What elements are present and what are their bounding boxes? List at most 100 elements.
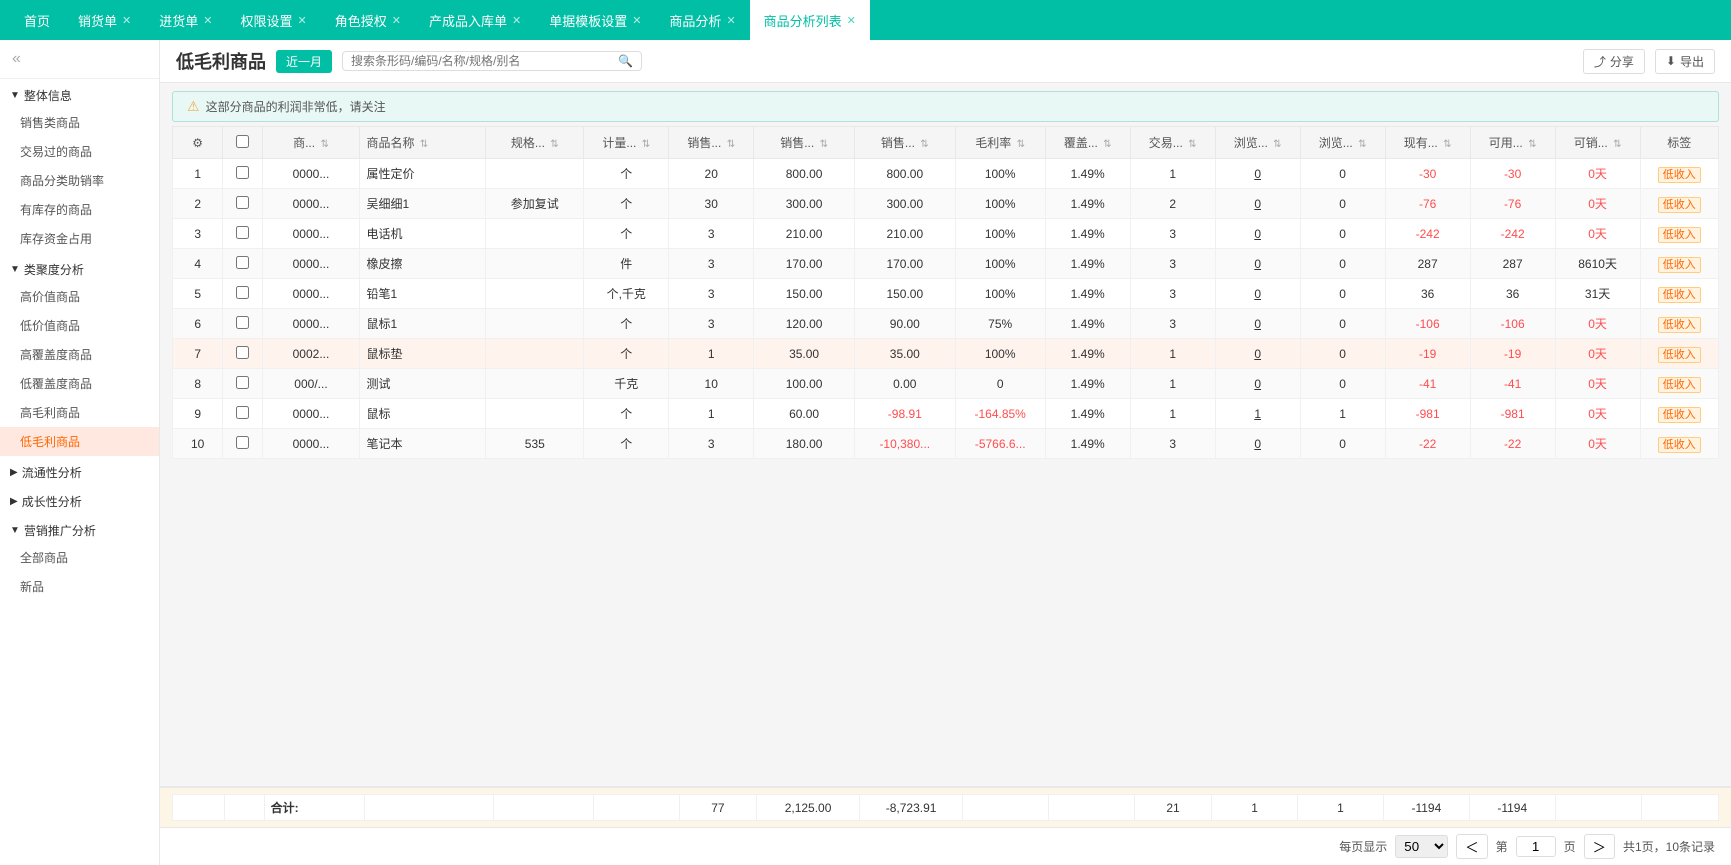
row-tag: 低收入 bbox=[1640, 309, 1718, 339]
sidebar-group-title-growth[interactable]: ▶ 成长性分析 bbox=[0, 485, 159, 514]
sidebar-item-category-rate[interactable]: 商品分类助销率 bbox=[0, 166, 159, 195]
close-icon[interactable]: ✕ bbox=[203, 14, 212, 27]
th-settings[interactable]: ⚙ bbox=[173, 127, 223, 159]
date-filter-btn[interactable]: 近一月 bbox=[276, 50, 332, 73]
close-icon[interactable]: ✕ bbox=[122, 14, 131, 27]
sidebar-group-title-marketing[interactable]: ▼ 营销推广分析 bbox=[0, 514, 159, 543]
close-icon[interactable]: ✕ bbox=[298, 14, 307, 27]
th-sale-qty[interactable]: 销售... ⇅ bbox=[669, 127, 754, 159]
sidebar-group-title-circulation[interactable]: ▶ 流通性分析 bbox=[0, 456, 159, 485]
nav-product-inbound[interactable]: 产成品入库单 ✕ bbox=[415, 0, 535, 40]
row-avail: -981 bbox=[1470, 399, 1555, 429]
th-stock-label: 现有... bbox=[1404, 136, 1438, 150]
page-number-input[interactable] bbox=[1516, 836, 1556, 857]
row-sale-profit: 150.00 bbox=[854, 279, 955, 309]
th-spec[interactable]: 规格... ⇅ bbox=[486, 127, 584, 159]
select-all-checkbox[interactable] bbox=[236, 135, 249, 148]
row-checkbox[interactable] bbox=[236, 256, 249, 269]
sidebar-item-all-products[interactable]: 全部商品 bbox=[0, 543, 159, 572]
nav-purchase-order[interactable]: 进货单 ✕ bbox=[145, 0, 226, 40]
row-checkbox[interactable] bbox=[236, 406, 249, 419]
th-code[interactable]: 商... ⇅ bbox=[262, 127, 360, 159]
row-checkbox[interactable] bbox=[236, 376, 249, 389]
search-input[interactable] bbox=[351, 54, 618, 68]
per-page-select[interactable]: 50 100 200 bbox=[1395, 835, 1448, 858]
th-cover-rate[interactable]: 覆盖... ⇅ bbox=[1045, 127, 1130, 159]
row-checkbox[interactable] bbox=[236, 346, 249, 359]
sidebar-item-low-coverage[interactable]: 低覆盖度商品 bbox=[0, 369, 159, 398]
close-icon[interactable]: ✕ bbox=[847, 14, 856, 27]
row-unit: 件 bbox=[584, 249, 669, 279]
th-checkbox[interactable] bbox=[223, 127, 262, 159]
close-icon[interactable]: ✕ bbox=[392, 14, 401, 27]
nav-sales-order[interactable]: 销货单 ✕ bbox=[64, 0, 145, 40]
settings-icon[interactable]: ⚙ bbox=[192, 136, 203, 150]
th-sale-profit[interactable]: 销售... ⇅ bbox=[854, 127, 955, 159]
share-button[interactable]: ⤴ 分享 bbox=[1583, 49, 1645, 74]
sidebar-item-low-value[interactable]: 低价值商品 bbox=[0, 311, 159, 340]
sidebar-item-high-coverage[interactable]: 高覆盖度商品 bbox=[0, 340, 159, 369]
sidebar-item-high-margin[interactable]: 高毛利商品 bbox=[0, 398, 159, 427]
row-checkbox[interactable] bbox=[236, 436, 249, 449]
row-checkbox-cell[interactable] bbox=[223, 429, 262, 459]
th-sellable[interactable]: 可销... ⇅ bbox=[1555, 127, 1640, 159]
nav-role-auth[interactable]: 角色授权 ✕ bbox=[321, 0, 415, 40]
next-page-btn[interactable]: ＞ bbox=[1584, 834, 1615, 859]
sidebar-group-title-overview[interactable]: ▼ 整体信息 bbox=[0, 79, 159, 108]
row-checkbox-cell[interactable] bbox=[223, 159, 262, 189]
close-icon[interactable]: ✕ bbox=[632, 14, 641, 27]
sidebar-item-low-margin[interactable]: 低毛利商品 bbox=[0, 427, 159, 456]
row-sale-price: 60.00 bbox=[754, 399, 855, 429]
th-name[interactable]: 商品名称 ⇅ bbox=[360, 127, 486, 159]
sidebar-item-stocked-products[interactable]: 有库存的商品 bbox=[0, 195, 159, 224]
row-checkbox-cell[interactable] bbox=[223, 369, 262, 399]
row-unit: 个 bbox=[584, 429, 669, 459]
row-checkbox-cell[interactable] bbox=[223, 309, 262, 339]
close-icon[interactable]: ✕ bbox=[726, 14, 735, 27]
th-avail[interactable]: 可用... ⇅ bbox=[1470, 127, 1555, 159]
row-checkbox-cell[interactable] bbox=[223, 399, 262, 429]
th-tag[interactable]: 标签 bbox=[1640, 127, 1718, 159]
nav-product-analysis[interactable]: 商品分析 ✕ bbox=[655, 0, 749, 40]
th-unit[interactable]: 计量... ⇅ bbox=[584, 127, 669, 159]
nav-product-analysis-list[interactable]: 商品分析列表 ✕ bbox=[750, 0, 870, 40]
th-gross-rate[interactable]: 毛利率 ⇅ bbox=[955, 127, 1045, 159]
sidebar-group-title-cluster[interactable]: ▼ 类聚度分析 bbox=[0, 253, 159, 282]
search-icon[interactable]: 🔍 bbox=[618, 54, 633, 68]
nav-template-settings[interactable]: 单据模板设置 ✕ bbox=[535, 0, 655, 40]
row-checkbox[interactable] bbox=[236, 316, 249, 329]
sidebar-item-high-value[interactable]: 高价值商品 bbox=[0, 282, 159, 311]
th-sale-price[interactable]: 销售... ⇅ bbox=[754, 127, 855, 159]
th-browse2[interactable]: 浏览... ⇅ bbox=[1300, 127, 1385, 159]
row-checkbox-cell[interactable] bbox=[223, 189, 262, 219]
row-checkbox-cell[interactable] bbox=[223, 279, 262, 309]
row-unit: 千克 bbox=[584, 369, 669, 399]
row-checkbox[interactable] bbox=[236, 286, 249, 299]
table-row: 1 0000... 属性定价 个 20 800.00 800.00 100% 1… bbox=[173, 159, 1719, 189]
close-icon[interactable]: ✕ bbox=[512, 14, 521, 27]
sidebar-item-traded-products[interactable]: 交易过的商品 bbox=[0, 137, 159, 166]
sidebar-item-sales-products[interactable]: 销售类商品 bbox=[0, 108, 159, 137]
th-stock[interactable]: 现有... ⇅ bbox=[1385, 127, 1470, 159]
th-browse1[interactable]: 浏览... ⇅ bbox=[1215, 127, 1300, 159]
table-row: 5 0000... 铅笔1 个,千克 3 150.00 150.00 100% … bbox=[173, 279, 1719, 309]
row-cover-rate: 1.49% bbox=[1045, 309, 1130, 339]
row-checkbox[interactable] bbox=[236, 196, 249, 209]
row-checkbox-cell[interactable] bbox=[223, 249, 262, 279]
row-checkbox[interactable] bbox=[236, 226, 249, 239]
nav-permissions[interactable]: 权限设置 ✕ bbox=[226, 0, 320, 40]
sidebar-item-inventory-cost[interactable]: 库存资金占用 bbox=[0, 224, 159, 253]
sidebar-item-new-products[interactable]: 新品 bbox=[0, 572, 159, 601]
export-button[interactable]: ⬇ 导出 bbox=[1655, 49, 1715, 74]
nav-home[interactable]: 首页 bbox=[10, 0, 64, 40]
row-name: 铅笔1 bbox=[360, 279, 486, 309]
row-checkbox-cell[interactable] bbox=[223, 219, 262, 249]
row-checkbox-cell[interactable] bbox=[223, 339, 262, 369]
table-container[interactable]: ⚙ 商... ⇅ 商品名称 ⇅ bbox=[160, 126, 1731, 786]
sidebar-collapse-btn[interactable]: « bbox=[6, 44, 27, 74]
prev-page-btn[interactable]: ＜ bbox=[1456, 834, 1487, 859]
row-gross-rate: 100% bbox=[955, 249, 1045, 279]
th-trade-cnt[interactable]: 交易... ⇅ bbox=[1130, 127, 1215, 159]
row-checkbox[interactable] bbox=[236, 166, 249, 179]
row-browse2: 0 bbox=[1300, 279, 1385, 309]
